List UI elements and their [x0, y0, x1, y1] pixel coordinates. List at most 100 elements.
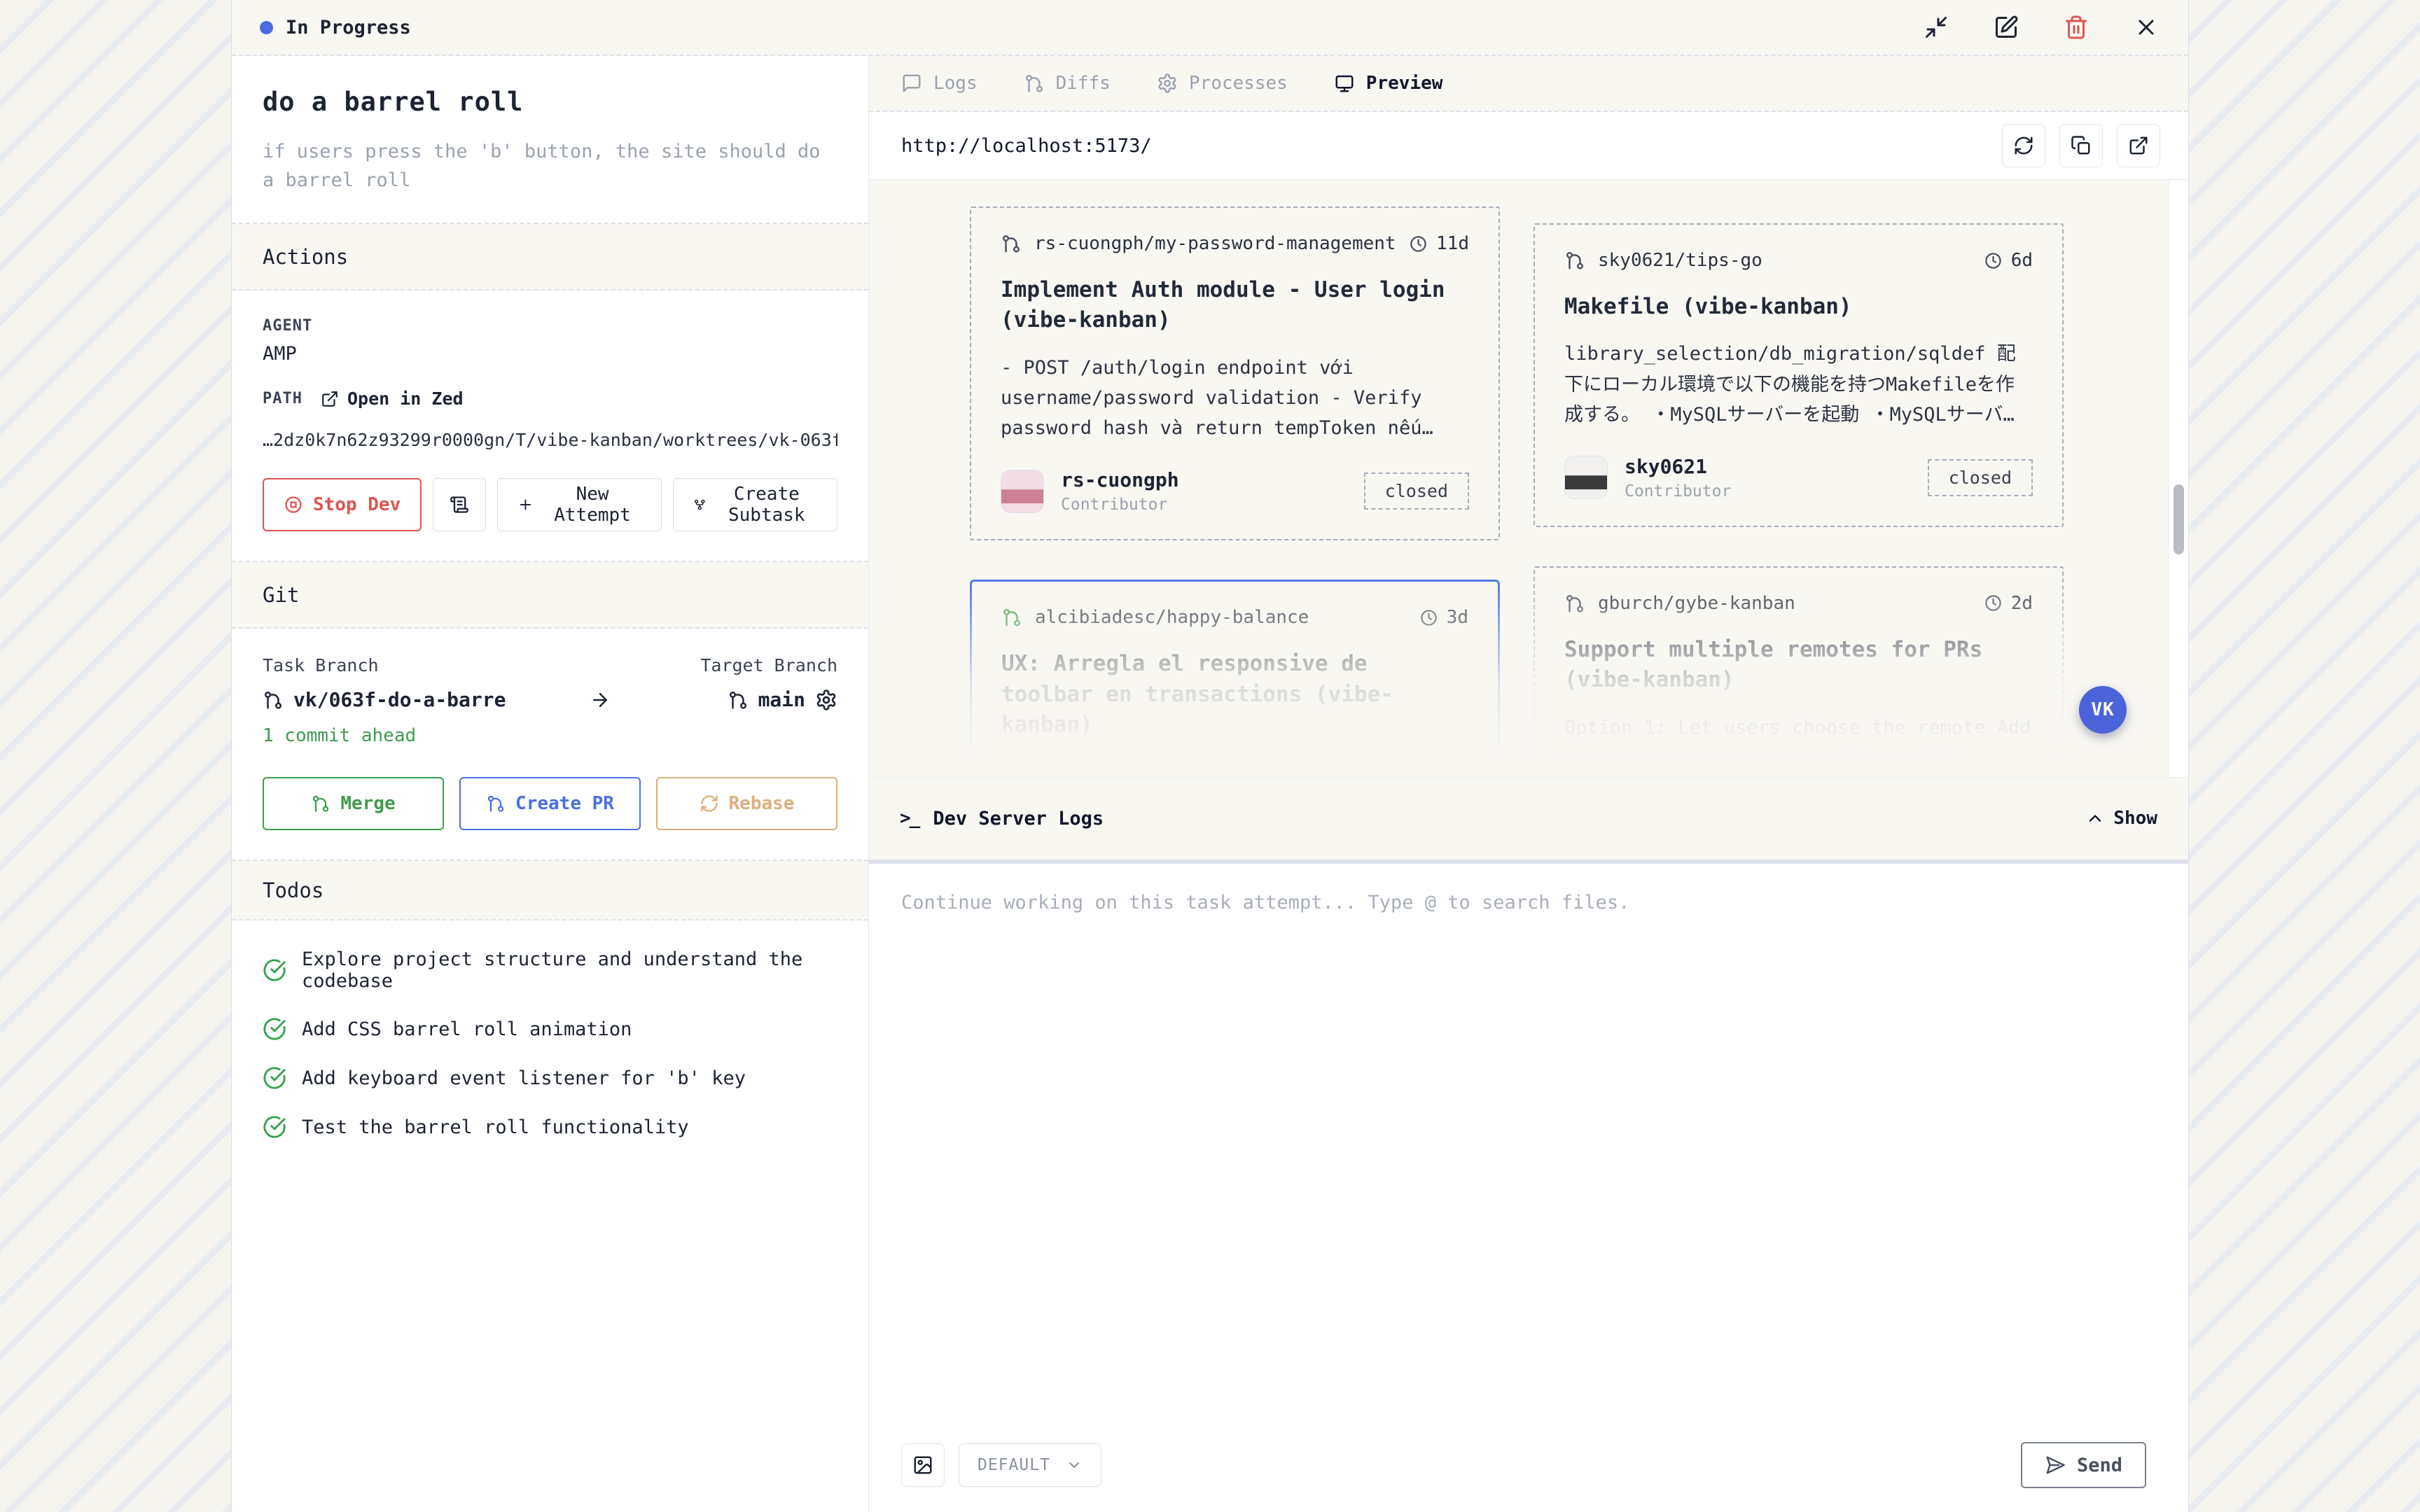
fork-icon — [695, 499, 705, 510]
card-description: library_selection/db_migration/sqldef 配下… — [1564, 343, 2022, 426]
git-branch-icon — [1564, 593, 1585, 614]
gear-icon — [816, 689, 836, 710]
attempt-main: Logs Diffs Processes Preview http://loca… — [869, 56, 2188, 1512]
task-branch-label: Task Branch — [263, 655, 379, 676]
image-icon — [914, 1456, 932, 1474]
status-label: In Progress — [286, 16, 411, 38]
card-description: ![screenshot 2025-10-03 at 13.13.48.png]… — [1001, 761, 1457, 777]
dev-logs-button[interactable] — [433, 478, 487, 531]
external-link-icon — [2129, 136, 2148, 155]
url-input[interactable]: http://localhost:5173/ — [901, 135, 1152, 157]
external-link-icon — [322, 391, 338, 407]
chevron-down-icon — [1069, 1462, 1079, 1468]
attach-image-button[interactable] — [901, 1443, 945, 1487]
preview-scrollbar-track — [2169, 180, 2188, 777]
panel-header: In Progress — [232, 0, 2188, 56]
pr-card[interactable]: gburch/gybe-kanban 2d Support multiple r… — [1534, 566, 2064, 777]
monitor-icon — [1335, 75, 1354, 92]
tab-bar: Logs Diffs Processes Preview — [869, 56, 2188, 112]
delete-button[interactable] — [2059, 10, 2093, 44]
card-title: UX: Arregla el responsive de toolbar en … — [1001, 651, 1393, 738]
todo-item: Add keyboard event listener for 'b' key — [263, 1066, 837, 1090]
pr-card[interactable]: sky0621/tips-go 6d Makefile (vibe-kanban… — [1534, 223, 2064, 527]
scroll-text-icon — [450, 496, 469, 513]
check-circle-icon — [263, 1067, 286, 1089]
dev-server-logs-bar: >_ Dev Server Logs Show — [869, 776, 2188, 860]
copy-url-button[interactable] — [2059, 124, 2103, 167]
clock-icon — [1410, 235, 1426, 252]
create-pr-button[interactable]: Create PR — [459, 777, 641, 830]
card-age: 2d — [1984, 593, 2033, 614]
worktree-path: …2dz0k7n62z93299r0000gn/T/vibe-kanban/wo… — [263, 430, 837, 450]
tab-processes[interactable]: Processes — [1157, 73, 1288, 94]
pr-card[interactable]: alcibiadesc/happy-balance 3d UX: Arregla… — [970, 580, 1500, 777]
collapse-button[interactable] — [1919, 10, 1953, 44]
check-circle-icon — [263, 1116, 286, 1138]
git-branch-icon — [729, 691, 746, 709]
send-button[interactable]: Send — [2020, 1442, 2146, 1488]
edit-button[interactable] — [1989, 10, 2023, 44]
show-logs-toggle[interactable]: Show — [2085, 808, 2157, 829]
model-select[interactable]: DEFAULT — [959, 1443, 1101, 1487]
card-age: 11d — [1409, 233, 1469, 254]
terminal-icon: >_ — [900, 808, 920, 829]
create-subtask-button[interactable]: Create Subtask — [673, 478, 838, 531]
todos-section-header: Todos — [232, 861, 868, 920]
target-branch-label: Target Branch — [700, 655, 837, 676]
task-description: if users press the 'b' button, the site … — [263, 141, 821, 191]
window-controls — [1919, 10, 2163, 44]
kanban-card-grid: rs-cuongph/my-password-management 11d Im… — [869, 180, 2188, 777]
card-repo: rs-cuongph/my-password-management — [1034, 233, 1396, 254]
open-external-button[interactable] — [2117, 124, 2160, 167]
tab-diffs[interactable]: Diffs — [1024, 73, 1111, 94]
arrow-right-icon — [590, 690, 611, 710]
task-branch-value: vk/063f-do-a-barre — [263, 688, 506, 711]
status-badge: closed — [1927, 458, 2033, 496]
task-title: do a barrel roll — [263, 87, 524, 117]
clock-icon — [1984, 595, 2001, 612]
branch-settings-button[interactable] — [815, 689, 837, 711]
preview-scrollbar-thumb[interactable] — [2174, 484, 2184, 554]
message-input[interactable]: Continue working on this task attempt...… — [901, 892, 2146, 1443]
card-description: Option 1: Let users choose the remote Ad… — [1564, 716, 2031, 769]
tab-logs[interactable]: Logs — [901, 73, 978, 94]
card-age: 3d — [1419, 607, 1468, 628]
stop-dev-button[interactable]: Stop Dev — [263, 478, 422, 531]
git-merge-icon — [313, 795, 329, 812]
card-title: Implement Auth module - User login (vibe… — [1001, 277, 1445, 333]
actions-section-header: Actions — [232, 224, 868, 290]
agent-label: AGENT — [263, 317, 313, 335]
card-title: Makefile (vibe-kanban) — [1564, 294, 1852, 319]
rebase-button[interactable]: Rebase — [656, 777, 837, 830]
git-branch-icon — [265, 691, 281, 709]
refresh-button[interactable] — [2002, 124, 2045, 167]
open-in-zed-link[interactable]: Open in Zed — [321, 388, 464, 409]
todo-item: Add CSS barrel roll animation — [263, 1017, 837, 1041]
todo-list: Explore project structure and understand… — [232, 920, 868, 1167]
copy-icon — [2071, 136, 2090, 155]
tab-preview[interactable]: Preview — [1334, 73, 1442, 94]
vk-floating-avatar[interactable]: VK — [2079, 685, 2127, 734]
composer: Continue working on this task attempt...… — [869, 863, 2188, 1512]
dev-server-logs-label: >_ Dev Server Logs — [900, 807, 1104, 830]
edit-pencil-icon — [1996, 15, 2018, 38]
git-pull-request-icon — [487, 795, 504, 812]
task-detail-panel: In Progress do a barrel roll if users pr… — [231, 0, 2189, 1512]
desktop-background: In Progress do a barrel roll if users pr… — [0, 0, 2420, 1512]
pr-card[interactable]: rs-cuongph/my-password-management 11d Im… — [970, 206, 1500, 541]
card-repo: alcibiadesc/happy-balance — [1035, 607, 1309, 629]
card-title: Support multiple remotes for PRs (vibe-k… — [1564, 636, 1983, 693]
avatar — [1001, 469, 1044, 513]
new-attempt-button[interactable]: New Attempt — [497, 478, 662, 531]
merge-button[interactable]: Merge — [263, 777, 444, 830]
todo-item: Explore project structure and understand… — [263, 948, 837, 992]
close-button[interactable] — [2129, 10, 2163, 44]
trash-icon — [2066, 15, 2087, 39]
send-icon — [2046, 1456, 2065, 1474]
chevron-up-icon — [2089, 815, 2101, 822]
stop-circle-icon — [285, 496, 302, 513]
plus-icon — [520, 499, 531, 510]
card-description: - POST /auth/login endpoint với username… — [1001, 356, 1422, 440]
refresh-icon — [2015, 136, 2033, 155]
preview-viewport: rs-cuongph/my-password-management 11d Im… — [869, 180, 2188, 777]
